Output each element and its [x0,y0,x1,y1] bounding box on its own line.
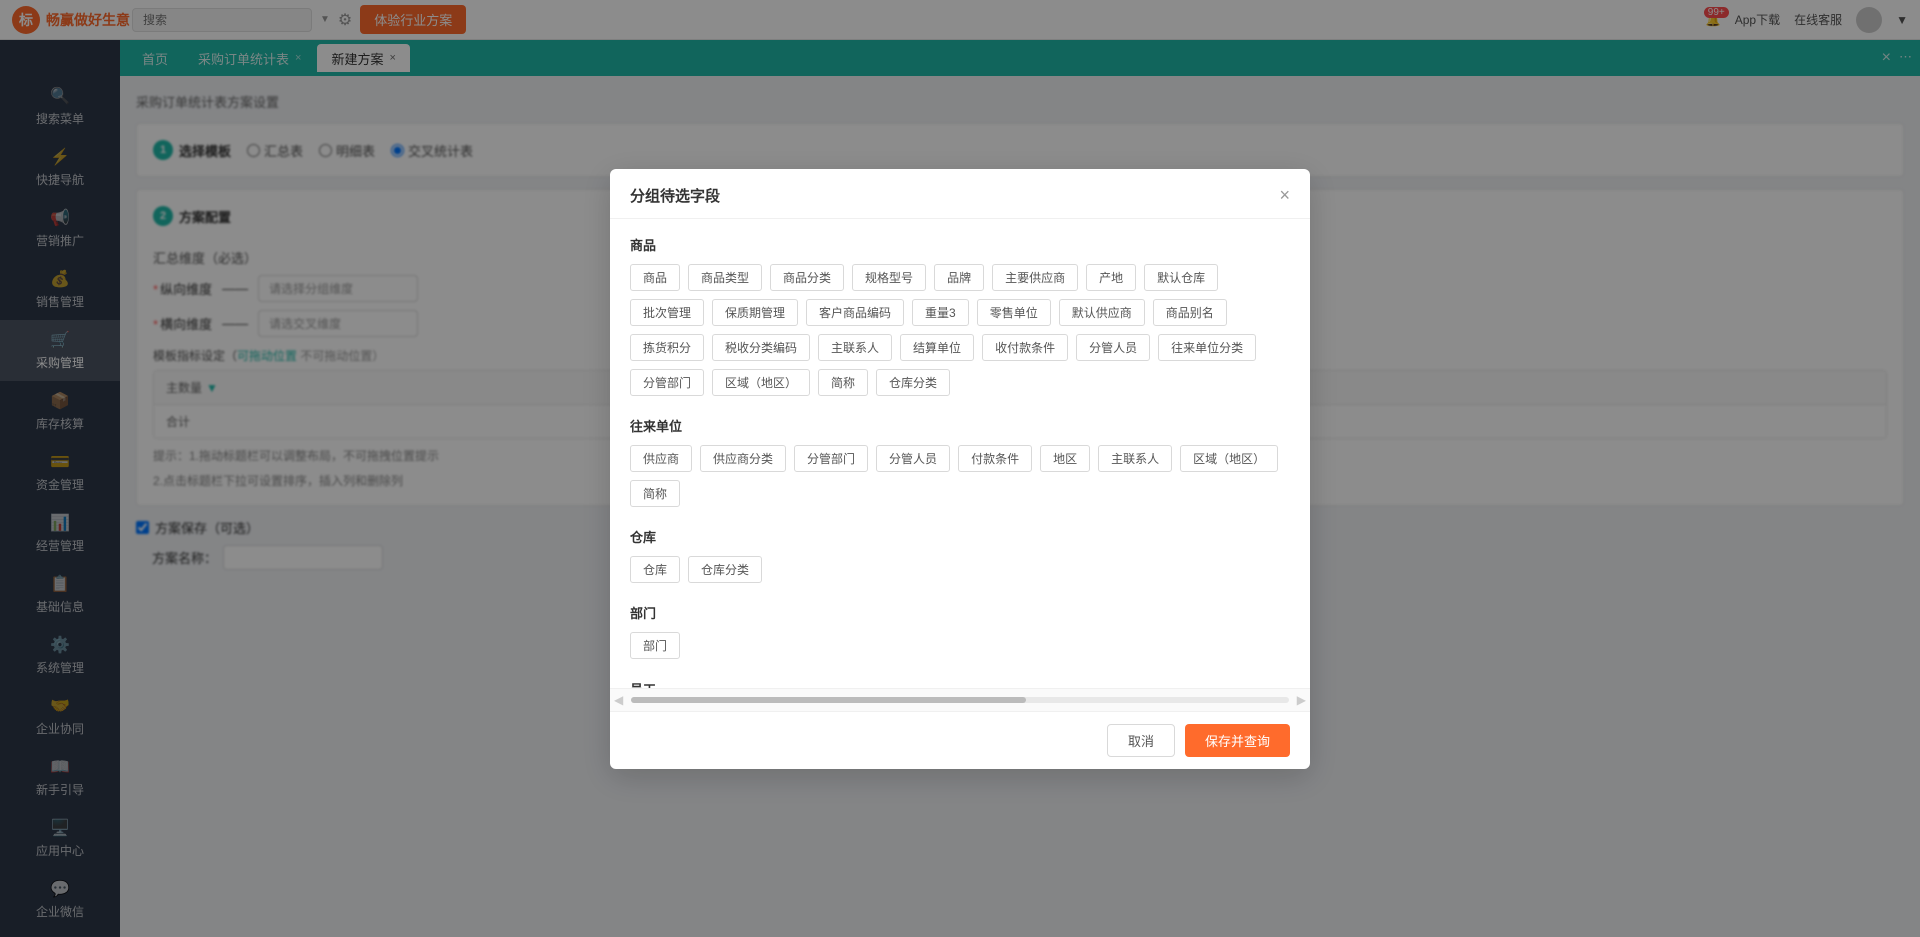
section-employee: 员工 业务员 [630,679,1290,688]
tag-retail-unit[interactable]: 零售单位 [977,299,1051,326]
tag-partner-short[interactable]: 简称 [630,480,680,507]
tag-short-name[interactable]: 简称 [818,369,868,396]
tag-pick-points[interactable]: 拣货积分 [630,334,704,361]
section-partner-title: 往来单位 [630,416,1290,435]
tag-tax-code[interactable]: 税收分类编码 [712,334,810,361]
scroll-left-btn[interactable]: ◀ [610,693,627,707]
tag-supplier-category[interactable]: 供应商分类 [700,445,786,472]
tag-brand[interactable]: 品牌 [934,264,984,291]
section-partner: 往来单位 供应商 供应商分类 分管部门 分管人员 付款条件 地区 主联系人 区域… [630,416,1290,507]
cancel-button[interactable]: 取消 [1107,724,1175,757]
scroll-right-btn[interactable]: ▶ [1293,693,1310,707]
tag-partner-dept[interactable]: 分管部门 [794,445,868,472]
tag-warehouse-category[interactable]: 仓库分类 [876,369,950,396]
tag-product-category[interactable]: 商品分类 [770,264,844,291]
tag-region[interactable]: 区域（地区） [712,369,810,396]
section-warehouse: 仓库 仓库 仓库分类 [630,527,1290,583]
dialog-body: 商品 商品 商品类型 商品分类 规格型号 品牌 主要供应商 产地 默认仓库 批次… [610,219,1310,688]
tag-customer-code[interactable]: 客户商品编码 [806,299,904,326]
section-product: 商品 商品 商品类型 商品分类 规格型号 品牌 主要供应商 产地 默认仓库 批次… [630,235,1290,396]
tag-spec-model[interactable]: 规格型号 [852,264,926,291]
tag-quality-period[interactable]: 保质期管理 [712,299,798,326]
tag-manager[interactable]: 分管人员 [1076,334,1150,361]
tag-partner-manager[interactable]: 分管人员 [876,445,950,472]
dialog-title: 分组待选字段 [630,185,720,206]
section-warehouse-title: 仓库 [630,527,1290,546]
dialog-header: 分组待选字段 × [610,169,1310,219]
section-partner-tags: 供应商 供应商分类 分管部门 分管人员 付款条件 地区 主联系人 区域（地区） … [630,445,1290,507]
tag-product-alias[interactable]: 商品别名 [1153,299,1227,326]
tag-partner-category[interactable]: 往来单位分类 [1158,334,1256,361]
tag-default-supplier[interactable]: 默认供应商 [1059,299,1145,326]
section-department: 部门 部门 [630,603,1290,659]
tag-origin[interactable]: 产地 [1086,264,1136,291]
tag-main-supplier[interactable]: 主要供应商 [992,264,1078,291]
dialog: 分组待选字段 × 商品 商品 商品类型 商品分类 规格型号 品牌 主要供应商 产… [610,169,1310,769]
modal-overlay: 分组待选字段 × 商品 商品 商品类型 商品分类 规格型号 品牌 主要供应商 产… [0,0,1920,937]
tag-warehouse[interactable]: 仓库 [630,556,680,583]
section-department-title: 部门 [630,603,1290,622]
hscrollbar-thumb [631,697,1026,703]
section-department-tags: 部门 [630,632,1290,659]
tag-batch-mgmt[interactable]: 批次管理 [630,299,704,326]
tag-supplier[interactable]: 供应商 [630,445,692,472]
tag-warehouse-cat[interactable]: 仓库分类 [688,556,762,583]
tag-payment-terms[interactable]: 收付款条件 [982,334,1068,361]
dialog-hscrollbar: ◀ ▶ [610,688,1310,711]
section-product-tags: 商品 商品类型 商品分类 规格型号 品牌 主要供应商 产地 默认仓库 批次管理 … [630,264,1290,396]
tag-product-type[interactable]: 商品类型 [688,264,762,291]
tag-partner-region[interactable]: 区域（地区） [1180,445,1278,472]
hscrollbar-track[interactable] [631,697,1289,703]
tag-main-contact2[interactable]: 主联系人 [1098,445,1172,472]
section-employee-title: 员工 [630,679,1290,688]
dialog-footer: 取消 保存并查询 [610,711,1310,769]
confirm-button[interactable]: 保存并查询 [1185,724,1290,757]
tag-dept[interactable]: 分管部门 [630,369,704,396]
section-product-title: 商品 [630,235,1290,254]
tag-default-warehouse[interactable]: 默认仓库 [1144,264,1218,291]
tag-payment-cond[interactable]: 付款条件 [958,445,1032,472]
tag-weight3[interactable]: 重量3 [912,299,969,326]
tag-main-contact[interactable]: 主联系人 [818,334,892,361]
tag-product[interactable]: 商品 [630,264,680,291]
section-warehouse-tags: 仓库 仓库分类 [630,556,1290,583]
tag-area[interactable]: 地区 [1040,445,1090,472]
dialog-close-button[interactable]: × [1279,186,1290,204]
tag-settlement-unit[interactable]: 结算单位 [900,334,974,361]
tag-department[interactable]: 部门 [630,632,680,659]
